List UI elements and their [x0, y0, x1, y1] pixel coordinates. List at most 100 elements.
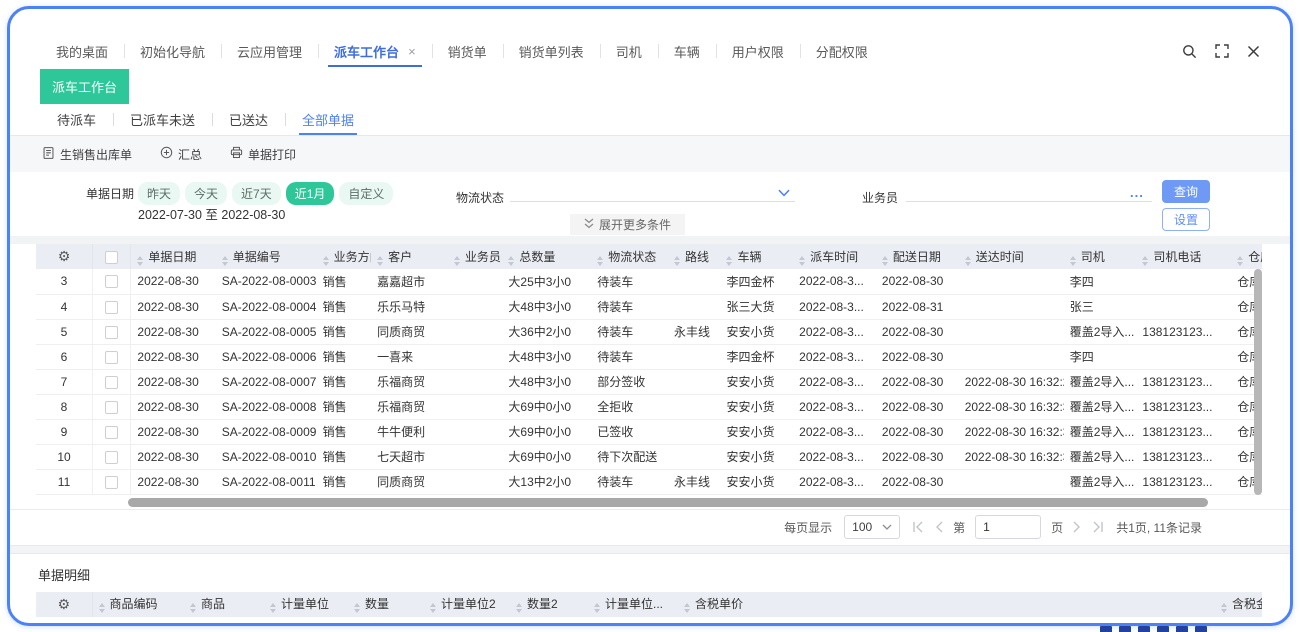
row-select[interactable] [93, 319, 131, 344]
next-page-button[interactable] [1073, 521, 1082, 533]
gear-icon[interactable]: ⚙ [58, 248, 71, 264]
row-select[interactable] [93, 344, 131, 369]
row-select[interactable] [93, 444, 131, 469]
top-tab[interactable]: 销货单列表 [503, 35, 600, 67]
top-tab[interactable]: 云应用管理 [221, 35, 318, 67]
top-tab[interactable]: 我的桌面 [40, 35, 124, 67]
column-header[interactable]: 物流状态 [591, 244, 668, 269]
row-select[interactable] [93, 394, 131, 419]
date-preset-pill[interactable]: 近1月 [286, 182, 335, 205]
page-input[interactable] [975, 515, 1041, 539]
checkbox-icon[interactable] [105, 426, 118, 439]
expand-more-button[interactable]: 展开更多条件 [570, 214, 685, 235]
salesman-input[interactable] [906, 180, 1152, 202]
column-header[interactable]: 配送日期 [876, 244, 959, 269]
column-settings-gear[interactable]: ⚙ [36, 592, 92, 617]
table-row[interactable]: 42022-08-30SA-2022-08-0004销售乐乐马特大48中3小0待… [36, 294, 1262, 319]
sub-tab[interactable]: 已送达 [212, 104, 285, 135]
last-page-button[interactable] [1092, 521, 1104, 533]
prev-page-button[interactable] [934, 521, 943, 533]
row-select[interactable] [93, 269, 131, 294]
table-row[interactable]: 112022-08-30SA-2022-08-0011销售同质商贸大13中2小0… [36, 469, 1262, 494]
checkbox-icon[interactable] [105, 275, 118, 288]
top-tab[interactable]: 司机 [600, 35, 658, 67]
column-header[interactable]: 车辆 [720, 244, 793, 269]
toolbar-summary-button[interactable]: 汇总 [160, 146, 202, 163]
row-select[interactable] [93, 419, 131, 444]
fullscreen-icon[interactable] [1215, 44, 1229, 58]
column-header[interactable]: 仓库 [1231, 244, 1262, 269]
date-range-value[interactable]: 2022-07-30 至 2022-08-30 [138, 204, 285, 223]
top-tab[interactable]: 分配权限 [800, 35, 884, 67]
logistics-select[interactable] [510, 180, 795, 202]
column-header[interactable]: 司机 [1064, 244, 1137, 269]
top-tab[interactable]: 派车工作台× [318, 35, 432, 67]
checkbox-icon[interactable] [105, 401, 118, 414]
column-header[interactable]: 数量 [348, 592, 424, 617]
toolbar-doc-button[interactable]: 生销售出库单 [42, 146, 132, 163]
row-select[interactable] [93, 294, 131, 319]
table-row[interactable]: 62022-08-30SA-2022-08-0006销售一喜来大48中3小0待装… [36, 344, 1262, 369]
table-row[interactable]: 102022-08-30SA-2022-08-0010销售七天超市大69中0小0… [36, 444, 1262, 469]
column-header[interactable]: 派车时间 [793, 244, 876, 269]
row-select[interactable] [93, 369, 131, 394]
date-preset-pill[interactable]: 昨天 [138, 182, 180, 205]
select-all-checkbox[interactable] [93, 244, 131, 269]
column-header[interactable]: 司机电话 [1136, 244, 1231, 269]
column-header[interactable]: 含税单价 [678, 592, 778, 617]
date-preset-pill[interactable]: 自定义 [339, 182, 393, 205]
first-page-button[interactable] [912, 521, 924, 533]
column-header[interactable]: 送达时间 [959, 244, 1064, 269]
settings-button[interactable]: 设置 [1162, 208, 1210, 231]
vertical-scrollbar[interactable] [1254, 269, 1262, 495]
checkbox-icon[interactable] [105, 326, 118, 339]
checkbox-icon[interactable] [105, 451, 118, 464]
checkbox-icon[interactable] [105, 251, 118, 264]
search-icon[interactable] [1182, 44, 1197, 59]
column-header[interactable]: 客户 [371, 244, 448, 269]
table-row[interactable]: 92022-08-30SA-2022-08-0009销售牛牛便利大69中0小0已… [36, 419, 1262, 444]
checkbox-icon[interactable] [105, 351, 118, 364]
gear-icon[interactable]: ⚙ [57, 596, 70, 612]
checkbox-icon[interactable] [105, 301, 118, 314]
top-tab[interactable]: 用户权限 [716, 35, 800, 67]
column-header[interactable]: 商品 [184, 592, 264, 617]
column-header[interactable]: 商品编码 [92, 592, 184, 617]
table-row[interactable]: 72022-08-30SA-2022-08-0007销售乐福商贸大48中3小0部… [36, 369, 1262, 394]
salesman-picker-ellipsis[interactable]: ... [1130, 185, 1144, 200]
page-title-badge: 派车工作台 [40, 69, 129, 104]
sub-tab[interactable]: 待派车 [40, 104, 113, 135]
column-header[interactable]: 单据日期 [131, 244, 216, 269]
column-header[interactable]: 业务方向 [317, 244, 372, 269]
column-header[interactable]: 计量单位 [264, 592, 348, 617]
table-row[interactable]: 52022-08-30SA-2022-08-0005销售同质商贸大36中2小0待… [36, 319, 1262, 344]
column-header[interactable]: 数量2 [510, 592, 588, 617]
query-button[interactable]: 查询 [1162, 180, 1210, 203]
top-tab[interactable]: 车辆 [658, 35, 716, 67]
toolbar-printer-button[interactable]: 单据打印 [230, 146, 296, 163]
column-header[interactable]: 业务员 [448, 244, 503, 269]
sub-tab[interactable]: 已派车未送 [113, 104, 212, 135]
checkbox-icon[interactable] [105, 476, 118, 489]
row-select[interactable] [93, 469, 131, 494]
top-tab[interactable]: 初始化导航 [124, 35, 221, 67]
chevron-down-icon[interactable] [778, 186, 790, 200]
column-header[interactable]: 单据编号 [216, 244, 317, 269]
close-icon[interactable] [1247, 45, 1260, 58]
column-settings-gear[interactable]: ⚙ [36, 244, 93, 269]
date-preset-pill[interactable]: 今天 [185, 182, 227, 205]
tab-close-icon[interactable]: × [408, 44, 416, 59]
per-page-select[interactable]: 100 [844, 515, 900, 539]
column-header[interactable]: 含税金额 [1184, 592, 1262, 617]
column-header[interactable]: 总数量 [502, 244, 591, 269]
sub-tab[interactable]: 全部单据 [285, 104, 371, 135]
top-tab[interactable]: 销货单 [432, 35, 503, 67]
column-header[interactable]: 计量单位... [588, 592, 678, 617]
table-row[interactable]: 82022-08-30SA-2022-08-0008销售乐福商贸大69中0小0全… [36, 394, 1262, 419]
date-preset-pill[interactable]: 近7天 [232, 182, 281, 205]
checkbox-icon[interactable] [105, 376, 118, 389]
horizontal-scrollbar[interactable] [128, 498, 1208, 507]
table-row[interactable]: 32022-08-30SA-2022-08-0003销售嘉嘉超市大25中3小0待… [36, 269, 1262, 294]
column-header[interactable]: 计量单位2 [424, 592, 510, 617]
column-header[interactable]: 路线 [668, 244, 721, 269]
